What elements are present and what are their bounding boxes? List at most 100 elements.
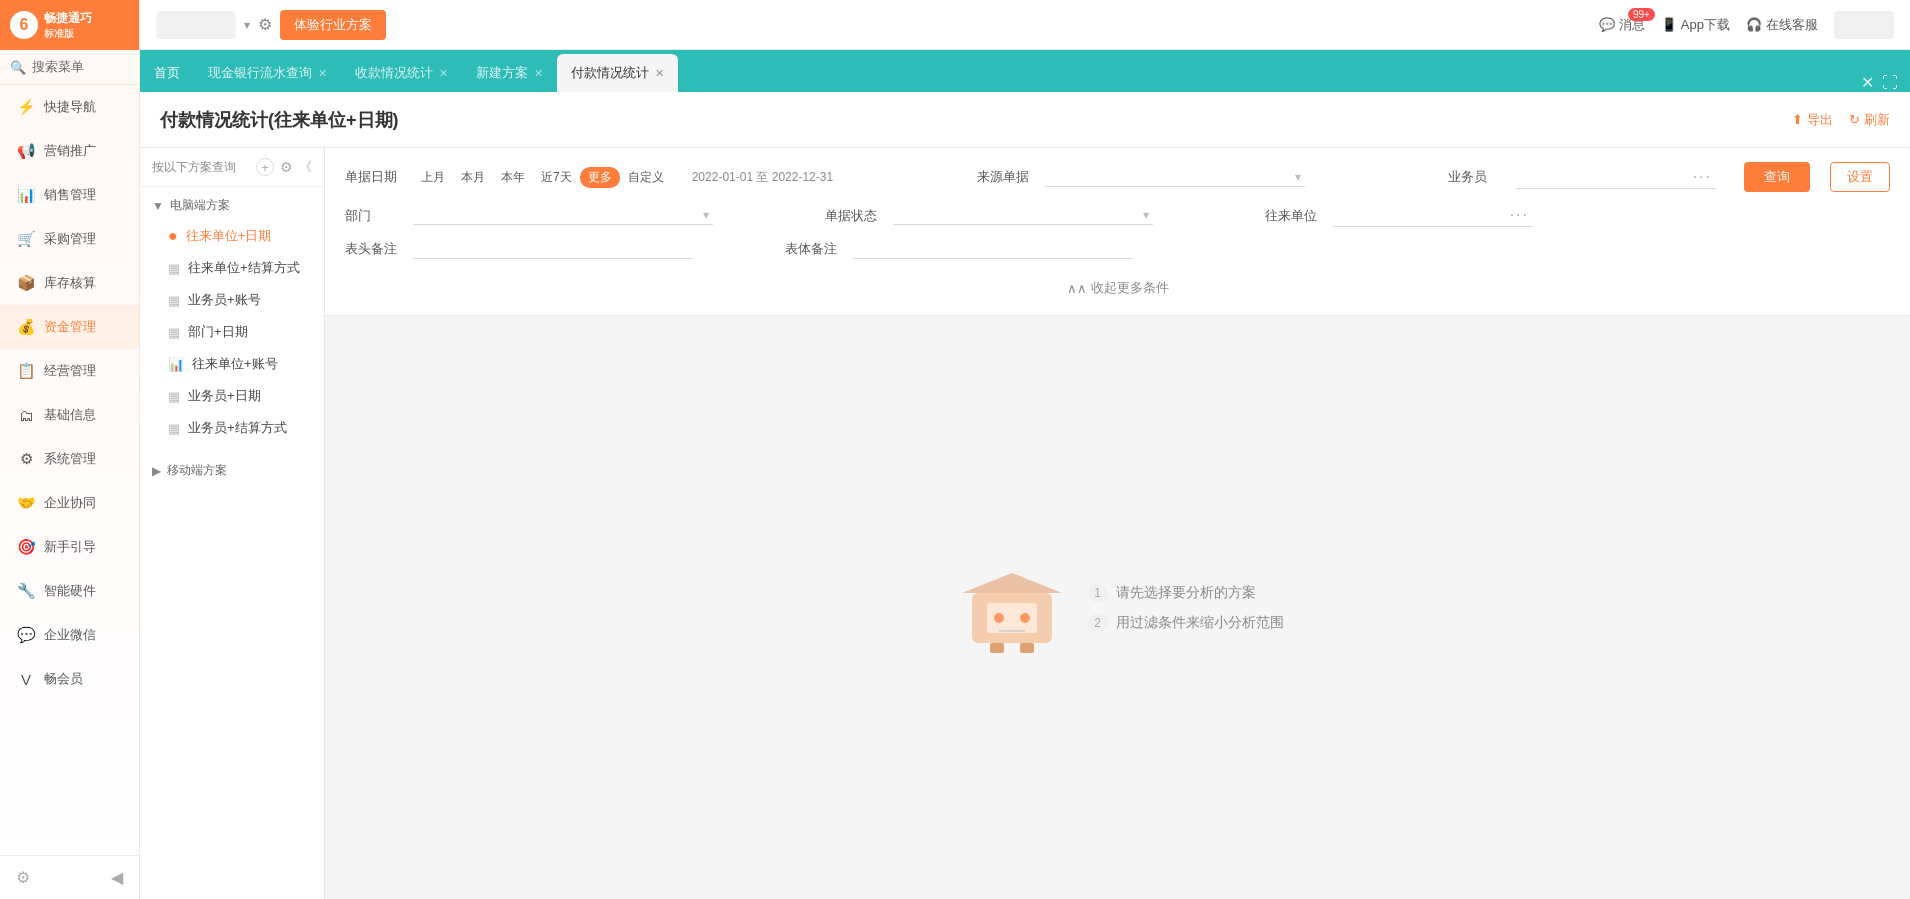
query-btn[interactable]: 查询 [1744,162,1810,192]
user-avatar[interactable] [1834,11,1894,39]
sidebar-item-basic[interactable]: 🗂 基础信息 [0,393,139,437]
messages-badge: 99+ [1628,8,1655,21]
scheme-setting-icon[interactable]: ⚙ [280,159,293,175]
this-year-btn[interactable]: 本年 [493,166,533,189]
sidebar-bottom: ⚙ ◀ [0,855,139,899]
sidebar-item-label: 基础信息 [44,406,96,424]
tab-close-icon[interactable]: ✕ [439,67,448,80]
scheme-item-label: 业务员+结算方式 [188,419,287,437]
sidebar-item-hardware[interactable]: 🔧 智能硬件 [0,569,139,613]
body-note-label: 表体备注 [785,240,837,258]
this-month-btn[interactable]: 本月 [453,166,493,189]
salesperson-dots-icon[interactable]: ··· [1693,168,1712,186]
scheme-salesperson-account[interactable]: ▦ 业务员+账号 [140,284,324,316]
sidebar-item-purchase[interactable]: 🛒 采购管理 [0,217,139,261]
scheme-dept-date[interactable]: ▦ 部门+日期 [140,316,324,348]
service-icon: 🎧 [1746,17,1762,32]
tab-close-icon[interactable]: ✕ [655,67,664,80]
enterprise-icon: 🤝 [16,493,36,513]
sidebar-item-finance[interactable]: 💰 资金管理 [0,305,139,349]
sidebar-item-quick-nav[interactable]: ⚡ 快捷导航 [0,85,139,129]
tab-close-icon[interactable]: ✕ [534,67,543,80]
add-scheme-icon[interactable]: + [256,158,274,176]
source-select[interactable]: ▾ [1045,168,1305,187]
sidebar-item-label: 智能硬件 [44,582,96,600]
refresh-btn[interactable]: ↻ 刷新 [1849,111,1890,129]
last-month-btn[interactable]: 上月 [413,166,453,189]
sidebar-item-sales[interactable]: 📊 销售管理 [0,173,139,217]
close-all-tabs-icon[interactable]: ✕ [1861,73,1874,92]
member-icon: V [16,669,36,689]
scheme-header-label: 按以下方案查询 [152,159,236,176]
svg-rect-6 [990,643,1004,653]
tab-label: 新建方案 [476,64,528,82]
date-range-display: 2022-01-01 至 2022-12-31 [692,169,833,186]
company-dropdown[interactable]: ▾ [244,18,250,32]
sidebar-item-system[interactable]: ⚙ 系统管理 [0,437,139,481]
tab-payment-stats[interactable]: 付款情况统计 ✕ [557,54,678,92]
collapse-icon[interactable]: ◀ [111,868,123,887]
panel-collapse-icon[interactable]: 《 [299,158,312,176]
marketing-icon: 📢 [16,141,36,161]
counterpart-dots-icon[interactable]: ··· [1510,206,1529,224]
mobile-section-arrow: ▶ [152,464,161,478]
scheme-item-label: 往来单位+账号 [192,355,278,373]
topbar-left: ▾ ⚙ 体验行业方案 [156,10,386,40]
collapse-conditions-btn[interactable]: ∧∧ 收起更多条件 [345,271,1890,301]
scheme-counterpart-date[interactable]: ● 往来单位+日期 [140,220,324,252]
scheme-counterpart-account[interactable]: 📊 往来单位+账号 [140,348,324,380]
scheme-counterpart-payment[interactable]: ▦ 往来单位+结算方式 [140,252,324,284]
setting-btn[interactable]: 设置 [1830,162,1890,192]
tab-home[interactable]: 首页 [140,54,194,92]
sidebar-item-wechat[interactable]: 💬 企业微信 [0,613,139,657]
tab-new-scheme[interactable]: 新建方案 ✕ [462,54,557,92]
sidebar-item-member[interactable]: V 畅会员 [0,657,139,701]
voucher-status-select[interactable]: ▾ [893,206,1153,225]
more-date-btn[interactable]: 更多 [580,167,620,188]
desktop-section-label: 电脑端方案 [170,197,230,214]
sidebar-item-label: 系统管理 [44,450,96,468]
sidebar-item-guide[interactable]: 🎯 新手引导 [0,525,139,569]
body-note-input[interactable] [853,239,1133,259]
sidebar-item-operation[interactable]: 📋 经营管理 [0,349,139,393]
tab-collection-stats[interactable]: 收款情况统计 ✕ [341,54,462,92]
tab-bank-flow[interactable]: 现金银行流水查询 ✕ [194,54,341,92]
search-label: 搜索菜单 [32,58,84,76]
header-note-input[interactable] [413,239,693,259]
scheme-icon: ▦ [168,389,180,404]
sidebar-nav: ⚡ 快捷导航 📢 营销推广 📊 销售管理 🛒 采购管理 📦 库存核算 💰 资金管… [0,85,139,855]
mobile-schemes-section: ▶ 移动端方案 [140,452,324,489]
expand-tabs-icon[interactable]: ⛶ [1882,74,1898,92]
guide-icon: 🎯 [16,537,36,557]
sidebar-search[interactable]: 🔍 搜索菜单 [0,50,139,85]
salesperson-select[interactable]: ··· [1516,166,1716,189]
topbar-gear-icon[interactable]: ⚙ [258,15,272,34]
sidebar-item-enterprise[interactable]: 🤝 企业协同 [0,481,139,525]
online-service-btn[interactable]: 🎧 在线客服 [1746,16,1818,34]
tab-close-icon[interactable]: ✕ [318,67,327,80]
app-download-btn[interactable]: 📱 App下载 [1661,16,1730,34]
collapse-label: 收起更多条件 [1091,279,1169,297]
sidebar-item-label: 企业协同 [44,494,96,512]
scheme-salesperson-payment[interactable]: ▦ 业务员+结算方式 [140,412,324,444]
tab-label: 首页 [154,64,180,82]
trial-btn[interactable]: 体验行业方案 [280,10,386,40]
empty-state: 1 请先选择要分析的方案 2 用过滤条件来缩小分析范围 [952,558,1284,658]
dept-select[interactable]: ▾ [413,206,713,225]
scheme-salesperson-date[interactable]: ▦ 业务员+日期 [140,380,324,412]
settings-icon[interactable]: ⚙ [16,868,30,887]
messages-btn[interactable]: 💬 消息 99+ [1599,16,1645,34]
counterpart-select[interactable]: ··· [1333,204,1533,227]
desktop-section-arrow: ▼ [152,199,164,213]
export-btn[interactable]: ⬆ 导出 [1792,111,1833,129]
mobile-section-title[interactable]: ▶ 移动端方案 [140,456,324,485]
sidebar-item-label: 畅会员 [44,670,83,688]
collapse-up-icon: ∧∧ [1067,281,1087,296]
sidebar-item-inventory[interactable]: 📦 库存核算 [0,261,139,305]
sidebar-item-label: 快捷导航 [44,98,96,116]
last-7-days-btn[interactable]: 近7天 [533,166,580,189]
sidebar-logo: 6 畅捷通巧 标准版 [0,0,139,50]
sidebar-item-marketing[interactable]: 📢 营销推广 [0,129,139,173]
desktop-section-title[interactable]: ▼ 电脑端方案 [140,191,324,220]
custom-date-btn[interactable]: 自定义 [620,166,672,189]
